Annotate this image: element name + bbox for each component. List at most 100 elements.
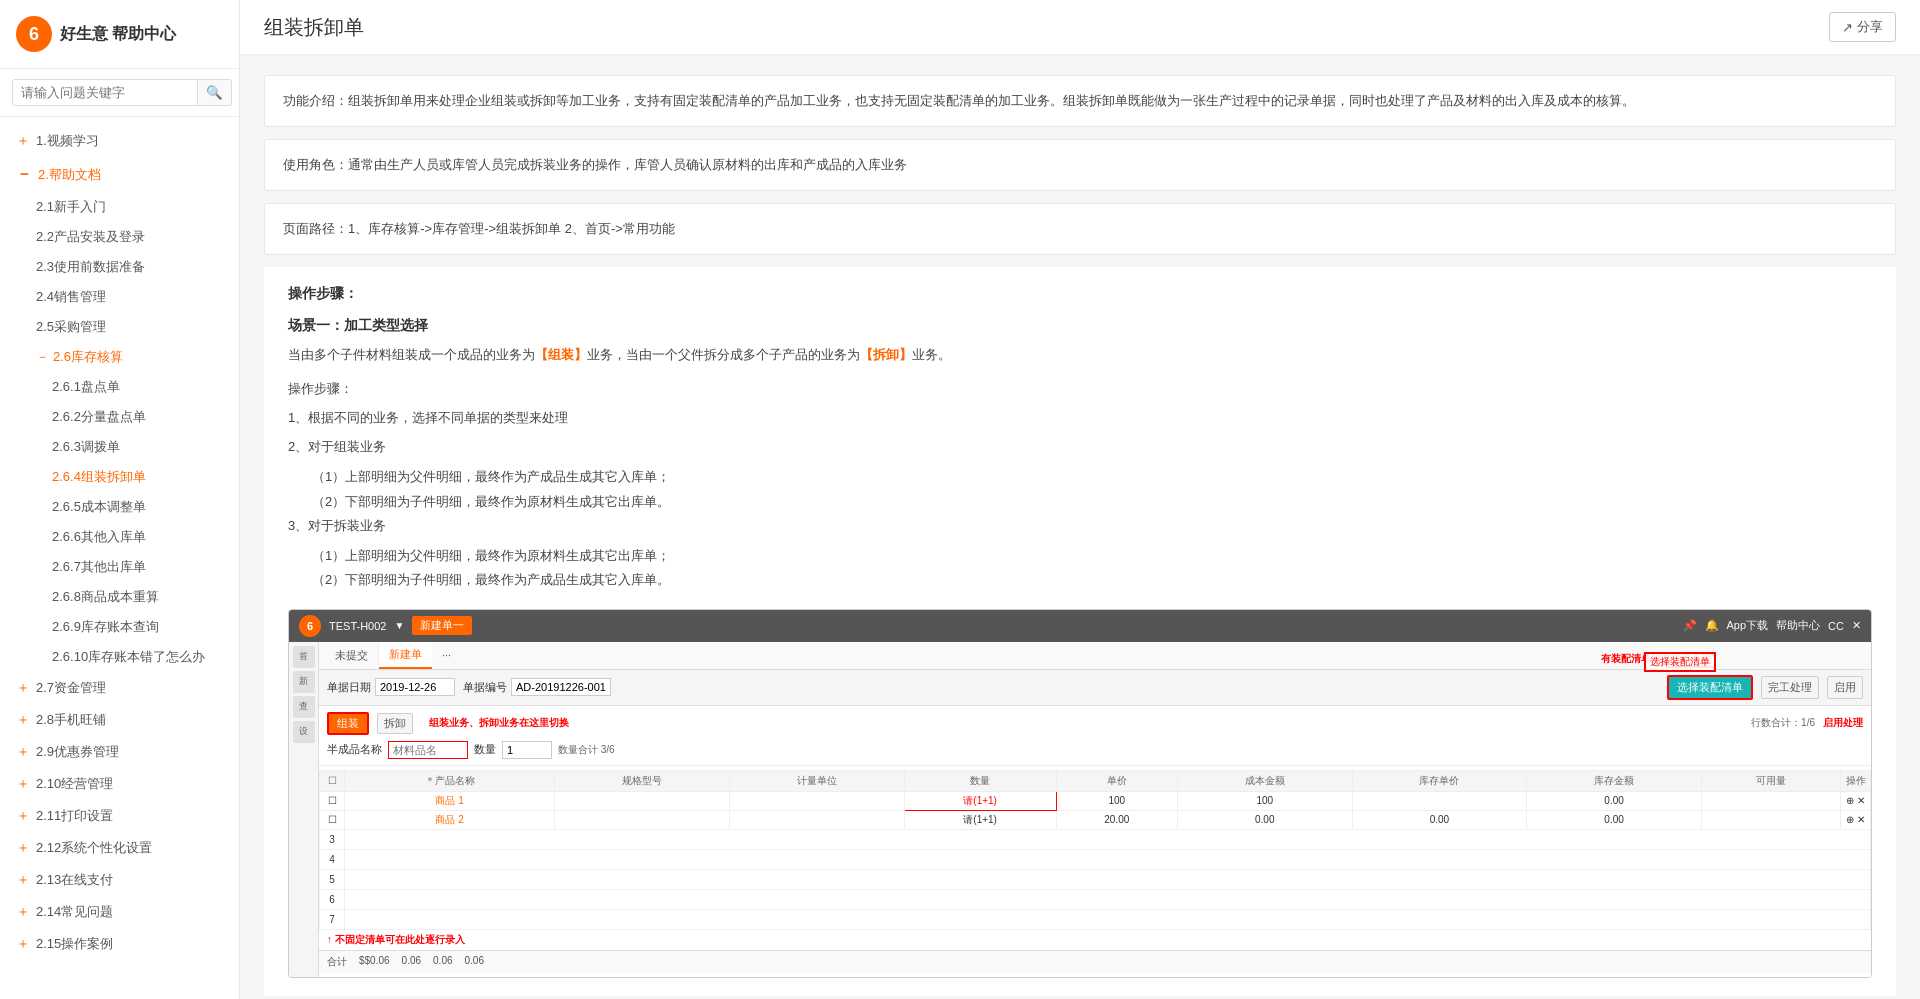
ss-assemble-btn[interactable]: 组装 <box>327 712 369 735</box>
ss-th-action: 操作 <box>1841 770 1871 791</box>
ss-right-content: 未提交 新建单 ··· 单据日期 单据编号 <box>319 642 1871 977</box>
ss-table-header-row: ☐ ＊产品名称 规格型号 计量单位 数量 单价 成本金额 库存单价 库存金额 <box>320 770 1871 791</box>
op-steps-label: 操作步骤： <box>288 285 1872 303</box>
sidebar-sub-2.6.2[interactable]: 2.6.2分量盘点单 <box>0 402 239 432</box>
sidebar-item-mobile[interactable]: ＋ 2.8手机旺铺 <box>0 704 239 736</box>
ss-tab-new[interactable]: 新建单 <box>379 642 432 669</box>
sidebar-item-print[interactable]: ＋ 2.11打印设置 <box>0 800 239 832</box>
share-icon: ↗ <box>1842 20 1853 35</box>
sidebar-sub-2.6.5[interactable]: 2.6.5成本调整单 <box>0 492 239 522</box>
sidebar-item-finance[interactable]: ＋ 2.7资金管理 <box>0 672 239 704</box>
sidebar-sub-2.6.3[interactable]: 2.6.3调拨单 <box>0 432 239 462</box>
ss-td-name-1: 商品 1 <box>345 791 555 810</box>
ss-th-price: 单价 <box>1056 770 1177 791</box>
ss-new-btn[interactable]: 新建单一 <box>412 616 472 635</box>
ss-left-icon-3[interactable]: 查 <box>293 696 315 718</box>
sidebar-item-custom[interactable]: ＋ 2.12系统个性化设置 <box>0 832 239 864</box>
ss-header-right: 📌 🔔 App下载 帮助中心 CC ✕ <box>1683 618 1861 633</box>
sidebar-sub-2.6.10[interactable]: 2.6.10库存账本错了怎么办 <box>0 642 239 672</box>
sidebar-item-cases[interactable]: ＋ 2.15操作案例 <box>0 928 239 960</box>
ss-tab-done[interactable]: ··· <box>432 644 461 666</box>
search-button[interactable]: 🔍 <box>198 79 232 106</box>
scene1-op-steps: 操作步骤： <box>288 377 1872 400</box>
sidebar-item-coupon[interactable]: ＋ 2.9优惠券管理 <box>0 736 239 768</box>
sidebar-item-payment[interactable]: ＋ 2.13在线支付 <box>0 864 239 896</box>
minus-icon-small: － <box>36 348 49 366</box>
ss-logo: 6 <box>299 615 321 637</box>
ss-complete-btn[interactable]: 完工处理 <box>1761 676 1819 699</box>
ss-tab-uncommitted[interactable]: 未提交 <box>325 643 379 668</box>
plus-icon: ＋ <box>16 679 30 697</box>
sidebar-item-docs[interactable]: － 2.帮助文档 <box>0 157 239 192</box>
sidebar-sub-inventory[interactable]: － 2.6库存核算 <box>0 342 239 372</box>
ss-left-icon-4[interactable]: 设 <box>293 721 315 743</box>
ss-td-qty-2: 请(1+1) <box>904 810 1056 829</box>
search-input[interactable] <box>12 79 198 106</box>
ss-annotation-switch: 组装业务、拆卸业务在这里切换 <box>429 716 569 730</box>
ss-th-stock-amount: 库存金额 <box>1527 770 1702 791</box>
ss-dropdown: ▼ <box>394 620 404 631</box>
ss-upper-name-input[interactable] <box>388 741 468 759</box>
ss-th-check: ☐ <box>320 770 345 791</box>
ss-sub-table: ☐ ＊产品名称 规格型号 计量单位 数量 单价 成本金额 库存单价 库存金额 <box>319 770 1871 930</box>
ss-no-label: 单据编号 <box>463 680 507 695</box>
ss-td-unit-2 <box>729 810 904 829</box>
plus-icon: ＋ <box>16 839 30 857</box>
ss-no-input[interactable] <box>511 678 611 696</box>
sidebar-item-video[interactable]: ＋ 1.视频学习 <box>0 125 239 157</box>
sidebar-sub-2.6.8[interactable]: 2.6.8商品成本重算 <box>0 582 239 612</box>
ss-left-icon-2[interactable]: 新 <box>293 671 315 693</box>
sidebar-sub-purchase[interactable]: 2.5采购管理 <box>0 312 239 342</box>
intro-box-1: 功能介绍：组装拆卸单用来处理企业组装或拆卸等加工业务，支持有固定装配清单的产品加… <box>264 75 1896 127</box>
sidebar-sub-newcomer[interactable]: 2.1新手入门 <box>0 192 239 222</box>
ss-left-icon-1[interactable]: 首 <box>293 646 315 668</box>
ss-date-label: 单据日期 <box>327 680 371 695</box>
table-row: 3 <box>320 829 1871 849</box>
sidebar-sub-2.6.4[interactable]: 2.6.4组装拆卸单 <box>0 462 239 492</box>
ss-save-btn[interactable]: 启用 <box>1827 676 1863 699</box>
step3-2: （2）下部明细为子件明细，最终作为产成品生成其它入库单。 <box>288 568 1872 593</box>
ss-icon-2: 🔔 <box>1705 619 1719 632</box>
table-row: ☐ 商品 1 请(1+1) 100 100 0.00 <box>320 791 1871 810</box>
ss-qty-input[interactable] <box>502 741 552 759</box>
breadcrumb: 页面路径：1、库存核算->库存管理->组装拆卸单 2、首页->常用功能 <box>283 221 675 236</box>
sidebar-sub-sales[interactable]: 2.4销售管理 <box>0 282 239 312</box>
ss-annotation-box-1: 选择装配清单 <box>1644 652 1716 672</box>
ss-th-usable: 可用量 <box>1701 770 1840 791</box>
ss-td-sa-2: 0.00 <box>1527 810 1702 829</box>
ss-td-name-2: 商品 2 <box>345 810 555 829</box>
ss-date-input[interactable] <box>375 678 455 696</box>
table-row: 5 <box>320 869 1871 889</box>
ss-choose-bom-btn[interactable]: 选择装配清单 <box>1667 675 1753 700</box>
sidebar-sub-data-prep[interactable]: 2.3使用前数据准备 <box>0 252 239 282</box>
sidebar-sub-install[interactable]: 2.2产品安装及登录 <box>0 222 239 252</box>
search-area: 🔍 <box>0 69 239 117</box>
breadcrumb-box: 页面路径：1、库存核算->库存管理->组装拆卸单 2、首页->常用功能 <box>264 203 1896 255</box>
ss-th-spec: 规格型号 <box>555 770 730 791</box>
ss-apps-label: App下载 <box>1727 618 1769 633</box>
ss-th-cost: 成本金额 <box>1177 770 1352 791</box>
ss-th-unit: 计量单位 <box>729 770 904 791</box>
ss-disassemble-btn[interactable]: 拆卸 <box>377 713 413 734</box>
sidebar-sub-2.6.7[interactable]: 2.6.7其他出库单 <box>0 552 239 582</box>
main-section: 操作步骤： 场景一：加工类型选择 当由多个子件材料组装成一个成品的业务为【组装】… <box>264 267 1896 996</box>
sidebar-item-faq[interactable]: ＋ 2.14常见问题 <box>0 896 239 928</box>
table-row: 4 <box>320 849 1871 869</box>
ss-qty-label: 数量 <box>474 742 496 757</box>
ss-footer-row: 合计 $$0.06 0.06 0.06 0.06 <box>319 950 1871 973</box>
ss-total-3: 0.06 <box>433 955 452 969</box>
ss-close-icon[interactable]: ✕ <box>1852 619 1861 632</box>
sidebar-item-operation[interactable]: ＋ 2.10经营管理 <box>0 768 239 800</box>
sidebar-sub-2.6.9[interactable]: 2.6.9库存账本查询 <box>0 612 239 642</box>
sidebar-sub-2.6.6[interactable]: 2.6.6其他入库单 <box>0 522 239 552</box>
step3: 3、对于拆装业务 <box>288 514 1872 537</box>
step2-1: （1）上部明细为父件明细，最终作为产成品生成其它入库单； <box>288 465 1872 490</box>
plus-icon: ＋ <box>16 871 30 889</box>
highlight-disassemble: 【拆卸】 <box>860 347 912 362</box>
ss-td-empty-6-rest <box>345 889 1871 909</box>
ss-td-empty-5: 5 <box>320 869 345 889</box>
sidebar-sub-2.6.1[interactable]: 2.6.1盘点单 <box>0 372 239 402</box>
ss-left-panel: 首 新 查 设 <box>289 642 319 977</box>
share-button[interactable]: ↗ 分享 <box>1829 12 1896 42</box>
ss-avatar: CC <box>1828 620 1844 632</box>
